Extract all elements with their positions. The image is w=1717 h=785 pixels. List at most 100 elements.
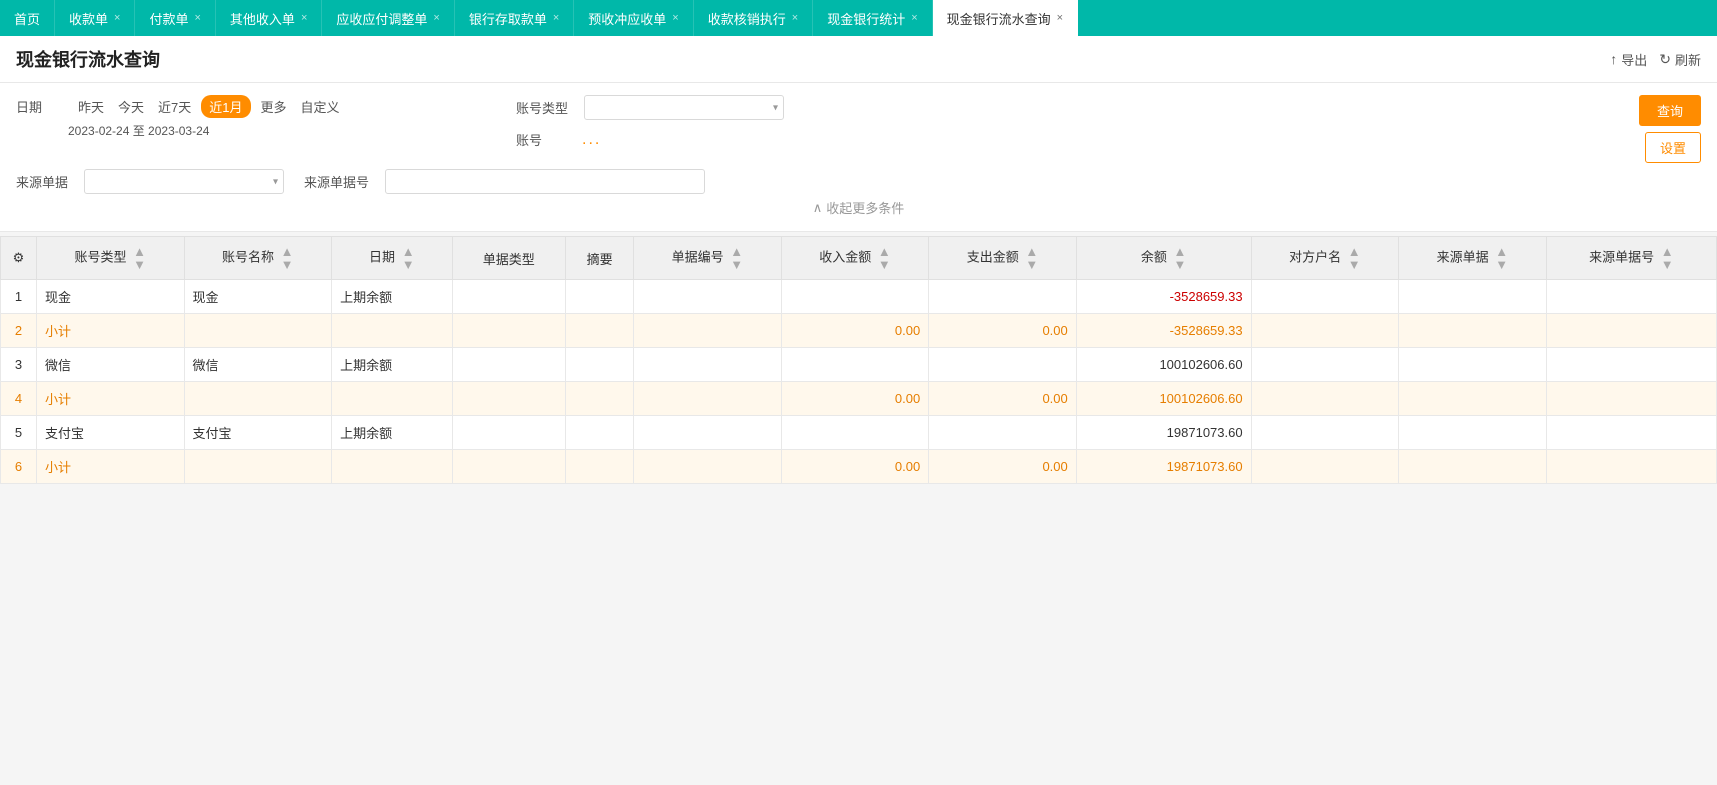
col-income-label: 收入金额 [819, 249, 871, 264]
close-icon[interactable]: × [433, 12, 439, 24]
source-doc-select[interactable] [84, 169, 284, 194]
cell-summary [566, 348, 634, 382]
column-income[interactable]: 收入金额 ▲▼ [781, 237, 929, 280]
source-doc-label: 来源单据 [16, 172, 68, 191]
cell-acct-name: 支付宝 [184, 416, 332, 450]
refresh-icon: ↻ [1659, 51, 1671, 68]
cell-source-doc [1399, 280, 1547, 314]
sort-icon: ▲▼ [402, 245, 415, 271]
collapse-bar[interactable]: ∧ 收起更多条件 [16, 194, 1701, 223]
close-icon[interactable]: × [672, 12, 678, 24]
close-icon[interactable]: × [792, 12, 798, 24]
cell-date [332, 314, 452, 348]
table-row: 4小计0.000.00100102606.60 [1, 382, 1717, 416]
column-counterpart[interactable]: 对方户名 ▲▼ [1251, 237, 1399, 280]
column-expense[interactable]: 支出金额 ▲▼ [929, 237, 1077, 280]
cell-acct-name [184, 450, 332, 484]
cell-expense [929, 416, 1077, 450]
col-summary-label: 摘要 [587, 252, 613, 267]
nav-liushui[interactable]: 现金银行流水查询 × [933, 0, 1078, 36]
cell-expense: 0.00 [929, 450, 1077, 484]
close-icon[interactable]: × [911, 12, 917, 24]
cell-date [332, 382, 452, 416]
more-btn[interactable]: 更多 [257, 95, 291, 118]
cell-doc-no [634, 450, 782, 484]
nav-shoukuan[interactable]: 收款单 × [55, 0, 135, 36]
acct-type-select[interactable] [584, 95, 784, 120]
nav-hexiao[interactable]: 收款核销执行 × [694, 0, 813, 36]
nav-qita-shouru[interactable]: 其他收入单 × [216, 0, 322, 36]
column-acct-type[interactable]: 账号类型 ▲▼ [37, 237, 185, 280]
cell-date: 上期余额 [332, 280, 452, 314]
close-icon[interactable]: × [114, 12, 120, 24]
cell-acct-type: 支付宝 [37, 416, 185, 450]
cell-counterpart [1251, 314, 1399, 348]
last1m-btn[interactable]: 近1月 [201, 95, 250, 118]
column-acct-name[interactable]: 账号名称 ▲▼ [184, 237, 332, 280]
table-container: ⚙ 账号类型 ▲▼ 账号名称 ▲▼ 日期 ▲▼ 单据类型 摘 [0, 236, 1717, 484]
sort-icon: ▲▼ [1025, 245, 1038, 271]
row-number: 1 [1, 280, 37, 314]
filter-section: 日期 昨天 今天 近7天 近1月 更多 自定义 2023-02-24 至 202… [0, 83, 1717, 232]
nav-fukuan[interactable]: 付款单 × [135, 0, 215, 36]
cell-acct-type: 现金 [37, 280, 185, 314]
column-source-doc-no[interactable]: 来源单据号 ▲▼ [1546, 237, 1716, 280]
cell-doc-type [452, 348, 566, 382]
gear-icon: ⚙ [13, 250, 25, 265]
column-gear[interactable]: ⚙ [1, 237, 37, 280]
query-button[interactable]: 查询 [1639, 95, 1701, 126]
col-counterpart-label: 对方户名 [1289, 249, 1341, 264]
acct-num-dots[interactable]: ... [582, 131, 601, 149]
last7-btn[interactable]: 近7天 [154, 95, 195, 118]
cell-date: 上期余额 [332, 416, 452, 450]
table-row: 3微信微信上期余额100102606.60 [1, 348, 1717, 382]
source-doc-no-input[interactable] [385, 169, 705, 194]
col-acct-type-label: 账号类型 [75, 249, 127, 264]
export-button[interactable]: ↑ 导出 [1610, 50, 1647, 69]
nav-tongji[interactable]: 现金银行统计 × [813, 0, 932, 36]
sort-icon: ▲▼ [1661, 245, 1674, 271]
cell-doc-no [634, 280, 782, 314]
date-filter-label: 日期 [16, 97, 66, 116]
cell-acct-type: 小计 [37, 382, 185, 416]
column-date[interactable]: 日期 ▲▼ [332, 237, 452, 280]
setting-button[interactable]: 设置 [1645, 132, 1701, 163]
close-icon[interactable]: × [1057, 12, 1063, 24]
cell-income: 0.00 [781, 382, 929, 416]
acct-num-label: 账号 [516, 130, 566, 149]
close-icon[interactable]: × [301, 12, 307, 24]
cell-acct-name [184, 314, 332, 348]
cell-counterpart [1251, 280, 1399, 314]
cell-income [781, 348, 929, 382]
column-doc-type: 单据类型 [452, 237, 566, 280]
refresh-button[interactable]: ↻ 刷新 [1659, 50, 1701, 69]
column-source-doc[interactable]: 来源单据 ▲▼ [1399, 237, 1547, 280]
nav-cunqu[interactable]: 银行存取款单 × [455, 0, 574, 36]
cell-source-doc-no [1546, 314, 1716, 348]
cell-acct-name: 现金 [184, 280, 332, 314]
column-balance[interactable]: 余额 ▲▼ [1076, 237, 1251, 280]
table-row: 6小计0.000.0019871073.60 [1, 450, 1717, 484]
cell-source-doc [1399, 450, 1547, 484]
col-source-doc-no-label: 来源单据号 [1589, 249, 1654, 264]
collapse-up-icon: ∧ [813, 200, 823, 216]
cell-summary [566, 382, 634, 416]
close-icon[interactable]: × [553, 12, 559, 24]
export-icon: ↑ [1610, 51, 1617, 67]
nav-tiaozheng[interactable]: 应收应付调整单 × [322, 0, 454, 36]
header-actions: ↑ 导出 ↻ 刷新 [1610, 50, 1701, 69]
nav-yushou[interactable]: 预收冲应收单 × [574, 0, 693, 36]
sort-icon: ▲▼ [730, 245, 743, 271]
cell-source-doc [1399, 348, 1547, 382]
acct-type-label: 账号类型 [516, 98, 568, 117]
column-doc-no[interactable]: 单据编号 ▲▼ [634, 237, 782, 280]
cell-counterpart [1251, 450, 1399, 484]
today-btn[interactable]: 今天 [114, 95, 148, 118]
yesterday-btn[interactable]: 昨天 [74, 95, 108, 118]
row-number: 2 [1, 314, 37, 348]
nav-home[interactable]: 首页 [0, 0, 55, 36]
close-icon[interactable]: × [194, 12, 200, 24]
table-header-row: ⚙ 账号类型 ▲▼ 账号名称 ▲▼ 日期 ▲▼ 单据类型 摘 [1, 237, 1717, 280]
custom-btn[interactable]: 自定义 [297, 95, 344, 118]
cell-doc-type [452, 450, 566, 484]
